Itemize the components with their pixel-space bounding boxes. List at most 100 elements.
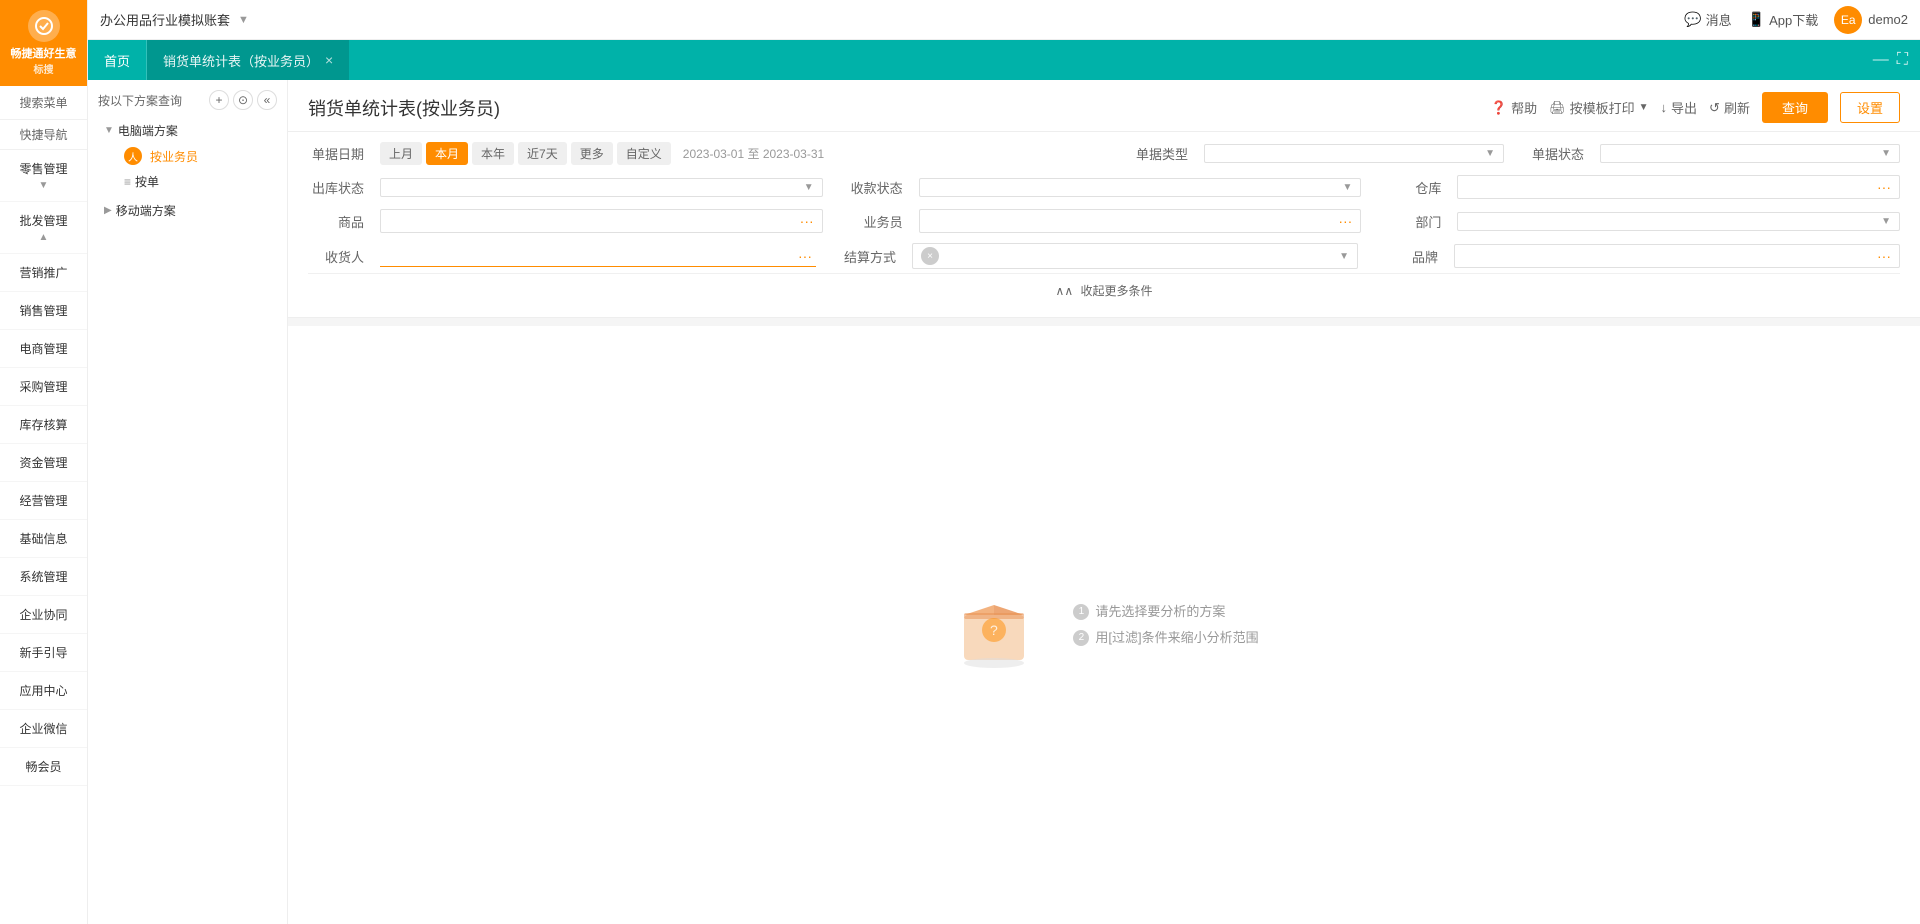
sidebar-item-finance[interactable]: 资金管理: [0, 444, 87, 482]
app-download-btn[interactable]: 📱 App下载: [1748, 10, 1819, 29]
edit-plan-btn[interactable]: ⊙: [233, 90, 253, 110]
salesperson-input[interactable]: ···: [919, 209, 1362, 233]
tree-pc-plan-label: 电脑端方案: [118, 122, 178, 139]
current-year-btn[interactable]: 本年: [472, 142, 514, 165]
sidebar-item-purchase[interactable]: 采购管理: [0, 368, 87, 406]
tree-mobile-plan[interactable]: ▶ 移动端方案: [98, 198, 277, 223]
sidebar-item-wechat[interactable]: 企业微信: [0, 710, 87, 748]
download-icon: 📱: [1748, 11, 1765, 28]
sales-label: 销售管理: [19, 302, 67, 319]
doc-type-input[interactable]: ▼: [1204, 144, 1504, 163]
export-icon: ↓: [1661, 100, 1668, 115]
wechat-label: 企业微信: [19, 720, 67, 737]
tab-home-label: 首页: [104, 51, 130, 70]
payment-status-input[interactable]: ▼: [919, 178, 1362, 197]
settlement-clear-btn[interactable]: ×: [921, 247, 939, 265]
tab-bar-actions: — ⛶: [1873, 51, 1920, 69]
more-date-btn[interactable]: 更多: [571, 142, 613, 165]
quick-nav[interactable]: 快捷导航: [0, 120, 87, 150]
system-label: 系统管理: [19, 568, 67, 585]
settings-btn[interactable]: 设置: [1840, 92, 1900, 123]
last7days-btn[interactable]: 近7天: [518, 142, 567, 165]
payment-status-label: 收款状态: [847, 178, 903, 197]
query-btn[interactable]: 查询: [1762, 92, 1828, 123]
warehouse-input[interactable]: ···: [1457, 175, 1900, 199]
settlement-value-group: ×: [921, 247, 939, 265]
consignee-input[interactable]: ···: [380, 246, 816, 267]
user-profile-btn[interactable]: Ea demo2: [1834, 6, 1908, 34]
tree-by-order-item[interactable]: ≡ 按单: [118, 169, 277, 194]
doc-status-dropdown-icon: ▼: [1881, 148, 1891, 159]
salesperson-badge: 人: [124, 147, 142, 165]
sidebar-item-basic-info[interactable]: 基础信息: [0, 520, 87, 558]
last-month-btn[interactable]: 上月: [380, 142, 422, 165]
salesperson-ellipsis[interactable]: ···: [1338, 213, 1352, 229]
sidebar-item-enterprise[interactable]: 企业协同: [0, 596, 87, 634]
inventory-label: 库存核算: [19, 416, 67, 433]
account-dropdown-icon[interactable]: ▼: [238, 14, 249, 26]
tree-by-order-label: 按单: [135, 173, 159, 190]
tab-sales-stat[interactable]: 销货单统计表（按业务员） ×: [147, 40, 349, 80]
warehouse-label: 仓库: [1385, 178, 1441, 197]
export-action[interactable]: ↓ 导出: [1661, 98, 1698, 117]
stock-status-input[interactable]: ▼: [380, 178, 823, 197]
help-action[interactable]: ❓ 帮助: [1491, 98, 1537, 117]
warehouse-ellipsis[interactable]: ···: [1877, 179, 1891, 195]
collapse-bar[interactable]: ∧∧ 收起更多条件: [308, 273, 1900, 307]
refresh-action[interactable]: ↺ 刷新: [1709, 98, 1750, 117]
product-input[interactable]: ···: [380, 209, 823, 233]
tab-minimize-icon[interactable]: —: [1873, 51, 1889, 69]
brand-ellipsis[interactable]: ···: [1877, 248, 1891, 264]
search-menu[interactable]: 搜索菜单: [0, 86, 87, 120]
template-print-action[interactable]: 🖨 按模板打印 ▼: [1549, 98, 1648, 117]
sidebar-item-wholesale[interactable]: 批发管理 ▲: [0, 202, 87, 254]
app-download-label: App下载: [1769, 10, 1818, 29]
collapse-panel-btn[interactable]: «: [257, 90, 277, 110]
brand-input[interactable]: ···: [1454, 244, 1900, 268]
tree-salesperson-item[interactable]: 人 按业务员: [118, 143, 277, 169]
department-dropdown-icon: ▼: [1881, 216, 1891, 227]
tab-expand-icon[interactable]: ⛶: [1897, 51, 1908, 69]
wholesale-arrow: ▲: [39, 232, 49, 243]
tip-item-1: 1 请先选择要分析的方案: [1073, 599, 1258, 625]
filter-row-4: 收货人 ··· 结算方式 × ▼ 品牌 ·: [308, 243, 1900, 269]
sidebar-item-sales[interactable]: 销售管理: [0, 292, 87, 330]
sidebar-item-app-center[interactable]: 应用中心: [0, 672, 87, 710]
sidebar-item-marketing[interactable]: 营销推广: [0, 254, 87, 292]
content-area: 按以下方案查询 + ⊙ « ▼ 电脑端方案 人 按业务员: [88, 80, 1920, 924]
sidebar-item-ecommerce[interactable]: 电商管理: [0, 330, 87, 368]
topbar-right: 💬 消息 📱 App下载 Ea demo2: [1684, 6, 1908, 34]
sidebar-item-newbie[interactable]: 新手引导: [0, 634, 87, 672]
sidebar-item-inventory[interactable]: 库存核算: [0, 406, 87, 444]
consignee-ellipsis[interactable]: ···: [798, 248, 812, 264]
tree-pc-plan[interactable]: ▼ 电脑端方案: [98, 118, 277, 143]
doc-status-input[interactable]: ▼: [1600, 144, 1900, 163]
tab-close-btn[interactable]: ×: [325, 52, 333, 68]
sidebar: 畅捷通好生意 标搜 搜索菜单 快捷导航 零售管理 ▼ 批发管理 ▲ 营销推广 销…: [0, 0, 88, 924]
settlement-input[interactable]: × ▼: [912, 243, 1358, 269]
message-label: 消息: [1706, 10, 1732, 29]
sidebar-item-member[interactable]: 畅会员: [0, 748, 87, 786]
sidebar-item-retail[interactable]: 零售管理 ▼: [0, 150, 87, 202]
current-account[interactable]: 办公用品行业模拟账套: [100, 10, 230, 29]
current-month-btn[interactable]: 本月: [426, 142, 468, 165]
topbar-left: 办公用品行业模拟账套 ▼: [100, 10, 249, 29]
add-plan-btn[interactable]: +: [209, 90, 229, 110]
message-btn[interactable]: 💬 消息: [1684, 10, 1731, 29]
sidebar-item-system[interactable]: 系统管理: [0, 558, 87, 596]
sidebar-item-operations[interactable]: 经营管理: [0, 482, 87, 520]
custom-date-btn[interactable]: 自定义: [617, 142, 671, 165]
user-avatar: Ea: [1834, 6, 1862, 34]
settlement-label: 结算方式: [840, 247, 896, 266]
main-area: 办公用品行业模拟账套 ▼ 💬 消息 📱 App下载 Ea demo2 首页 销货…: [88, 0, 1920, 924]
brand-label: 品牌: [1382, 247, 1438, 266]
product-label: 商品: [308, 212, 364, 231]
export-label: 导出: [1671, 98, 1697, 117]
tab-home[interactable]: 首页: [88, 40, 147, 80]
department-input[interactable]: ▼: [1457, 212, 1900, 231]
product-ellipsis[interactable]: ···: [800, 213, 814, 229]
template-print-label: 按模板打印: [1570, 98, 1635, 117]
doc-type-label: 单据类型: [1132, 144, 1188, 163]
print-icon: 🖨: [1549, 100, 1566, 116]
collapse-label: 收起更多条件: [1080, 284, 1152, 298]
